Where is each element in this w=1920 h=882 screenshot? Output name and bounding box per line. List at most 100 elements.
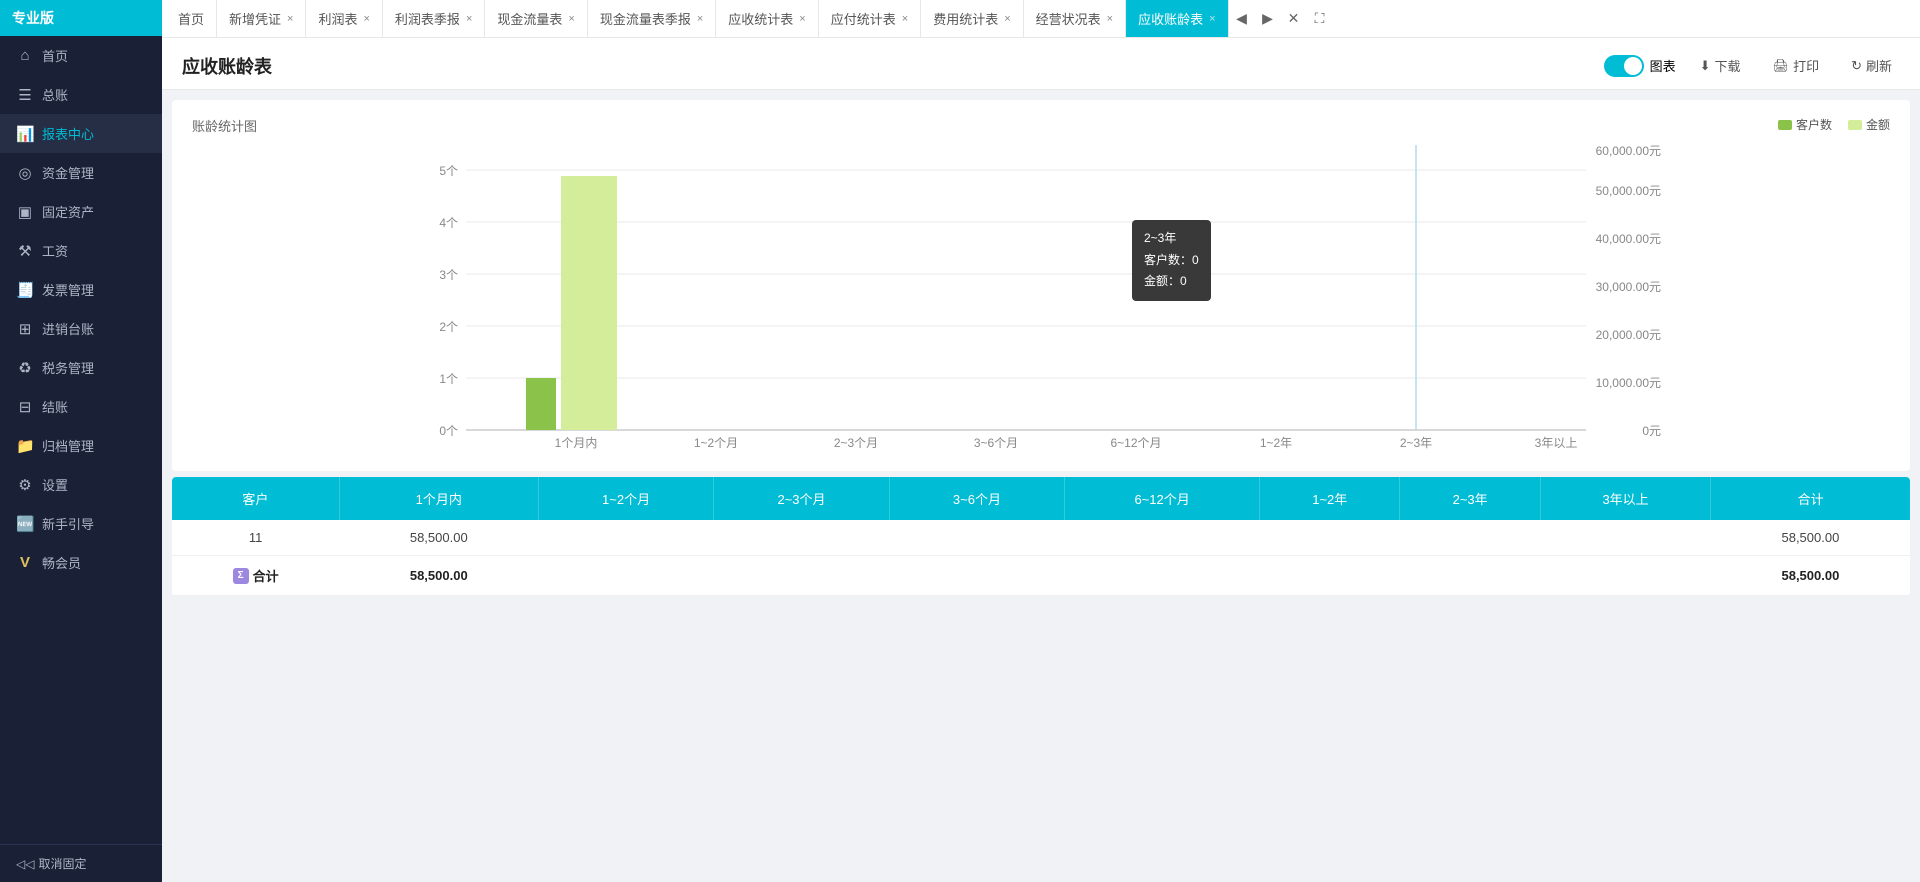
sidebar-item-archive[interactable]: 📁 归档管理 [0,426,162,465]
print-icon: 🖨 [1773,58,1790,74]
cell-m23 [714,520,889,556]
pin-icon: ◁◁ [16,857,34,871]
sidebar-item-label: 结账 [42,397,68,416]
svg-text:0个: 0个 [439,424,458,438]
svg-text:4个: 4个 [439,216,458,230]
sidebar-item-label: 工资 [42,241,68,260]
sidebar-item-label: 发票管理 [42,280,94,299]
sidebar-item-vip[interactable]: V 畅会员 [0,543,162,582]
tab-ar-stats[interactable]: 应收统计表 × [716,0,818,38]
sidebar-item-invoice[interactable]: 🧾 发票管理 [0,270,162,309]
sidebar-item-label: 报表中心 [42,124,94,143]
tab-close-all[interactable]: ✕ [1281,0,1307,38]
sidebar-item-salary[interactable]: ⚒ 工资 [0,231,162,270]
sidebar-item-tax[interactable]: ♻ 税务管理 [0,348,162,387]
svg-text:20,000.00元: 20,000.00元 [1596,328,1661,342]
page-title: 应收账龄表 [182,53,272,79]
tab-close-expense-stats[interactable]: × [1004,13,1010,25]
bar-chart: 0个 1个 2个 3个 4个 5个 0元 10,000.00元 20,000.0… [192,145,1890,455]
tab-close-profit[interactable]: × [363,13,369,25]
legend-customers-color [1778,120,1792,130]
total-m12 [538,556,713,596]
total-m612 [1065,556,1260,596]
cell-y12 [1260,520,1400,556]
print-button[interactable]: 🖨 打印 [1765,52,1828,79]
cell-m36 [889,520,1064,556]
pin-toggle[interactable]: ◁◁ 取消固定 [0,844,162,882]
cell-m612 [1065,520,1260,556]
chart-title: 账龄统计图 [192,116,1890,135]
home-icon: ⌂ [16,47,34,64]
table-section: 客户 1个月内 1~2个月 2~3个月 3~6个月 6~12个月 1~2年 2~… [172,477,1910,596]
sidebar-item-sales[interactable]: ⊞ 进销台账 [0,309,162,348]
tab-close-ap-stats[interactable]: × [902,13,908,25]
header-actions: 图表 ⬇ 下载 🖨 打印 ↻ 刷新 [1604,52,1900,79]
tab-profit-quarter[interactable]: 利润表季报 × [383,0,485,38]
sidebar-item-settings[interactable]: ⚙ 设置 [0,465,162,504]
sidebar-item-label: 畅会员 [42,553,81,572]
close-account-icon: ⊟ [16,398,34,416]
total-y12 [1260,556,1400,596]
chart-toggle[interactable] [1604,55,1644,77]
tab-cashflow[interactable]: 现金流量表 × [485,0,587,38]
svg-text:10,000.00元: 10,000.00元 [1596,376,1661,390]
svg-text:3~6个月: 3~6个月 [974,436,1018,450]
tab-maximize[interactable]: ⛶ [1307,0,1333,38]
col-m12: 1~2个月 [538,477,713,520]
sidebar-item-reports[interactable]: 📊 报表中心 [0,114,162,153]
tab-cashflow-quarter[interactable]: 现金流量表季报 × [588,0,716,38]
svg-text:30,000.00元: 30,000.00元 [1596,280,1661,294]
vip-icon: V [16,554,34,571]
tab-voucher[interactable]: 新增凭证 × [217,0,306,38]
legend-amount-color [1848,120,1862,130]
sidebar-item-assets[interactable]: ▣ 固定资产 [0,192,162,231]
sidebar-item-label: 进销台账 [42,319,94,338]
main-area: 首页 新增凭证 × 利润表 × 利润表季报 × 现金流量表 × 现金流量表季报 … [162,0,1920,882]
col-total: 合计 [1711,477,1910,520]
download-button[interactable]: ⬇ 下载 [1692,52,1749,79]
tab-ap-stats[interactable]: 应付统计表 × [819,0,921,38]
refresh-button[interactable]: ↻ 刷新 [1843,52,1900,79]
tab-close-cashflow[interactable]: × [568,13,574,25]
sidebar-item-label: 首页 [42,46,68,65]
sidebar-item-home[interactable]: ⌂ 首页 [0,36,162,75]
chart-toggle-wrap: 图表 [1604,55,1676,77]
legend-customers-label: 客户数 [1796,116,1832,133]
col-y3plus: 3年以上 [1540,477,1711,520]
tab-close-cashflow-quarter[interactable]: × [697,13,703,25]
tab-profit[interactable]: 利润表 × [306,0,382,38]
cell-m1: 58,500.00 [339,520,538,556]
legend-amount-label: 金额 [1866,116,1890,133]
chart-section: 账龄统计图 客户数 金额 0个 1个 2个 3个 4个 5个 [172,100,1910,471]
tab-close-ar-aging[interactable]: × [1209,13,1215,25]
download-icon: ⬇ [1700,58,1711,74]
tab-operations[interactable]: 经营状况表 × [1024,0,1126,38]
tab-close-profit-quarter[interactable]: × [466,13,472,25]
svg-text:2~3个月: 2~3个月 [834,436,878,450]
total-total: 58,500.00 [1711,556,1910,596]
svg-text:2~3年: 2~3年 [1400,436,1432,450]
tab-close-ar-stats[interactable]: × [799,13,805,25]
col-m23: 2~3个月 [714,477,889,520]
svg-text:40,000.00元: 40,000.00元 [1596,232,1661,246]
page-header: 应收账龄表 图表 ⬇ 下载 🖨 打印 ↻ 刷新 [162,38,1920,90]
tab-expense-stats[interactable]: 费用统计表 × [921,0,1023,38]
assets-icon: ▣ [16,203,34,221]
cell-customer: 11 [172,520,339,556]
sidebar-item-label: 固定资产 [42,202,94,221]
cell-m12 [538,520,713,556]
tab-scroll-left[interactable]: ◀ [1229,0,1255,38]
tab-close-operations[interactable]: × [1107,13,1113,25]
sidebar-item-funds[interactable]: ◎ 资金管理 [0,153,162,192]
tab-scroll-right[interactable]: ▶ [1255,0,1281,38]
tab-close-voucher[interactable]: × [287,13,293,25]
sidebar-item-ledger[interactable]: ☰ 总账 [0,75,162,114]
col-m36: 3~6个月 [889,477,1064,520]
tab-home[interactable]: 首页 [166,0,217,38]
col-y12: 1~2年 [1260,477,1400,520]
tab-ar-aging[interactable]: 应收账龄表 × [1126,0,1228,38]
sidebar-item-guide[interactable]: 🆕 新手引导 [0,504,162,543]
sidebar-item-label: 归档管理 [42,436,94,455]
sidebar-item-close[interactable]: ⊟ 结账 [0,387,162,426]
svg-text:0元: 0元 [1642,424,1661,438]
